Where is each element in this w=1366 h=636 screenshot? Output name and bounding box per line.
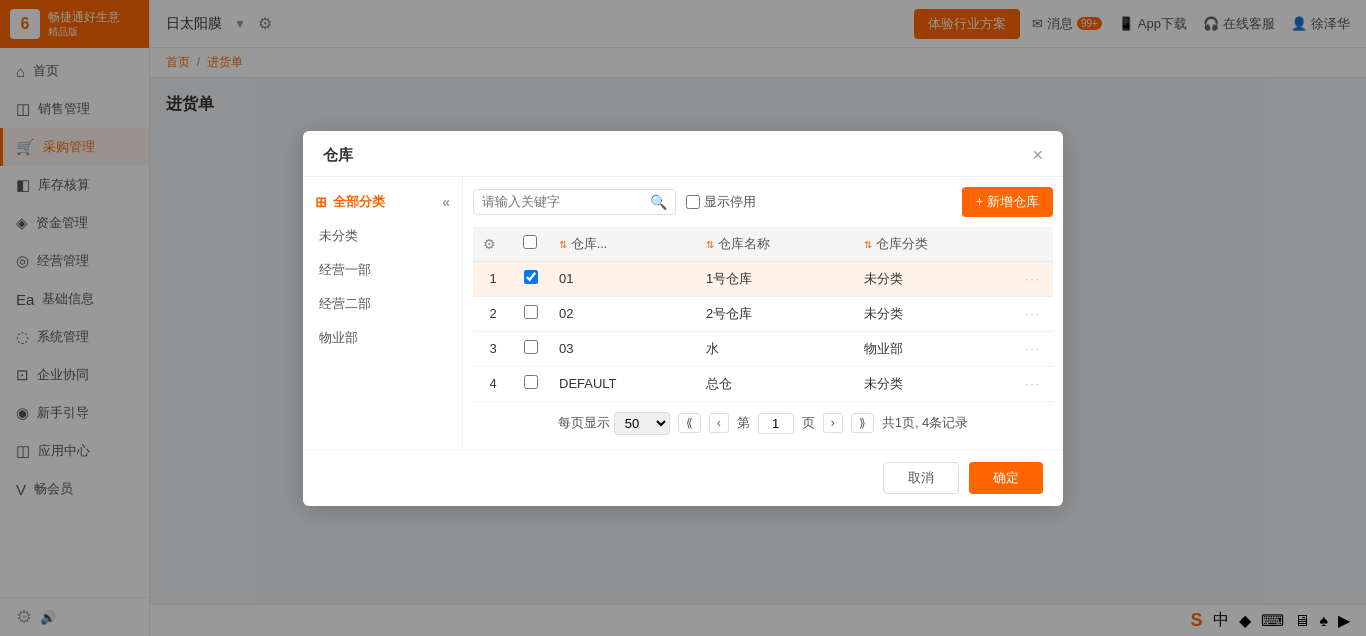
modal-footer: 取消 确定 (303, 449, 1063, 506)
th-actions (1013, 227, 1053, 262)
sort-icon-code: ⇅ (559, 239, 567, 250)
th-gear: ⚙ (473, 227, 513, 262)
page-label: 第 (737, 414, 750, 432)
row-num: 4 (473, 366, 513, 401)
table-row[interactable]: 2 02 2号仓库 未分类 ··· (473, 296, 1053, 331)
warehouse-table: ⚙ ⇅ 仓库... (473, 227, 1053, 402)
page-prev-btn[interactable]: ‹ (709, 413, 729, 433)
th-name-label: 仓库名称 (718, 236, 770, 251)
category-item-3[interactable]: 物业部 (303, 321, 462, 355)
row-name: 1号仓库 (696, 261, 854, 296)
row-actions: ··· (1013, 296, 1053, 331)
th-code-label: 仓库... (571, 236, 608, 251)
row-name: 总仓 (696, 366, 854, 401)
row-more-btn[interactable]: ··· (1025, 341, 1042, 356)
th-category: ⇅ 仓库分类 (854, 227, 1013, 262)
category-panel: ⊞ 全部分类 « 未分类 经营一部 经营二部 物业部 (303, 177, 463, 449)
table-row[interactable]: 3 03 水 物业部 ··· (473, 331, 1053, 366)
show-disabled-text: 显示停用 (704, 193, 756, 211)
modal-title: 仓库 (323, 146, 353, 165)
category-item-2[interactable]: 经营二部 (303, 287, 462, 321)
search-icon: 🔍 (650, 194, 667, 210)
sort-icon-name: ⇅ (706, 239, 714, 250)
row-code: 02 (549, 296, 696, 331)
row-actions: ··· (1013, 366, 1053, 401)
row-category: 未分类 (854, 261, 1013, 296)
row-checkbox[interactable] (513, 366, 549, 401)
row-checkbox[interactable] (513, 296, 549, 331)
cancel-btn[interactable]: 取消 (883, 462, 959, 494)
category-item-0[interactable]: 未分类 (303, 219, 462, 253)
row-category: 未分类 (854, 296, 1013, 331)
row-actions: ··· (1013, 331, 1053, 366)
row-category: 未分类 (854, 366, 1013, 401)
row-num: 2 (473, 296, 513, 331)
table-panel: 🔍 显示停用 + 新增仓库 (463, 177, 1063, 449)
modal-overlay: 仓库 × ⊞ 全部分类 « 未分类 经营一部 经营二部 (150, 78, 1366, 604)
th-category-label: 仓库分类 (876, 236, 928, 251)
table-gear-icon[interactable]: ⚙ (483, 236, 496, 252)
page-content: 进货单 仓库 × ⊞ 全部分类 « (150, 78, 1366, 604)
all-category-label: 全部分类 (333, 193, 385, 211)
table-body: 1 01 1号仓库 未分类 ··· 2 02 2号仓库 未分类 ··· 3 03… (473, 261, 1053, 401)
show-disabled-checkbox[interactable] (686, 195, 700, 209)
modal-close-btn[interactable]: × (1032, 145, 1043, 166)
modal-header: 仓库 × (303, 131, 1063, 177)
th-code: ⇅ 仓库... (549, 227, 696, 262)
row-code: 01 (549, 261, 696, 296)
row-name: 水 (696, 331, 854, 366)
row-more-btn[interactable]: ··· (1025, 376, 1042, 391)
confirm-btn[interactable]: 确定 (969, 462, 1043, 494)
total-info: 共1页, 4条记录 (882, 414, 969, 432)
per-page-dropdown[interactable]: 50 20 100 (614, 412, 670, 435)
pagination: 每页显示 50 20 100 ⟪ ‹ 第 页 (473, 402, 1053, 439)
row-code: DEFAULT (549, 366, 696, 401)
table-row[interactable]: 4 DEFAULT 总仓 未分类 ··· (473, 366, 1053, 401)
search-input[interactable] (482, 194, 644, 209)
all-category-item[interactable]: ⊞ 全部分类 « (303, 185, 462, 219)
th-name: ⇅ 仓库名称 (696, 227, 854, 262)
row-more-btn[interactable]: ··· (1025, 271, 1042, 286)
search-box: 🔍 (473, 189, 676, 215)
page-first-btn[interactable]: ⟪ (678, 413, 701, 433)
row-code: 03 (549, 331, 696, 366)
grid-icon: ⊞ (315, 194, 327, 210)
row-num: 3 (473, 331, 513, 366)
row-name: 2号仓库 (696, 296, 854, 331)
table-row[interactable]: 1 01 1号仓库 未分类 ··· (473, 261, 1053, 296)
row-checkbox[interactable] (513, 261, 549, 296)
show-disabled-label[interactable]: 显示停用 (686, 193, 756, 211)
add-warehouse-btn[interactable]: + 新增仓库 (962, 187, 1053, 217)
table-toolbar: 🔍 显示停用 + 新增仓库 (473, 187, 1053, 217)
per-page-label: 每页显示 (558, 414, 610, 432)
table-container: ⚙ ⇅ 仓库... (473, 227, 1053, 402)
row-checkbox[interactable] (513, 331, 549, 366)
page-unit: 页 (802, 414, 815, 432)
modal-body: ⊞ 全部分类 « 未分类 经营一部 经营二部 物业部 (303, 177, 1063, 449)
th-check (513, 227, 549, 262)
select-all-checkbox[interactable] (523, 235, 537, 249)
main-area: 日太阳膜 ▼ ⚙ 体验行业方案 ✉ 消息 99+ 📱 App下载 🎧 在线客服 … (150, 0, 1366, 636)
page-input[interactable] (758, 413, 794, 434)
table-header-row: ⚙ ⇅ 仓库... (473, 227, 1053, 262)
page-next-btn[interactable]: › (823, 413, 843, 433)
page-last-btn[interactable]: ⟫ (851, 413, 874, 433)
cat-collapse-icon[interactable]: « (442, 194, 450, 210)
category-item-1[interactable]: 经营一部 (303, 253, 462, 287)
row-actions: ··· (1013, 261, 1053, 296)
sort-icon-cat: ⇅ (864, 239, 872, 250)
warehouse-modal: 仓库 × ⊞ 全部分类 « 未分类 经营一部 经营二部 (303, 131, 1063, 506)
page-size-select: 每页显示 50 20 100 (558, 412, 670, 435)
row-category: 物业部 (854, 331, 1013, 366)
row-num: 1 (473, 261, 513, 296)
row-more-btn[interactable]: ··· (1025, 306, 1042, 321)
